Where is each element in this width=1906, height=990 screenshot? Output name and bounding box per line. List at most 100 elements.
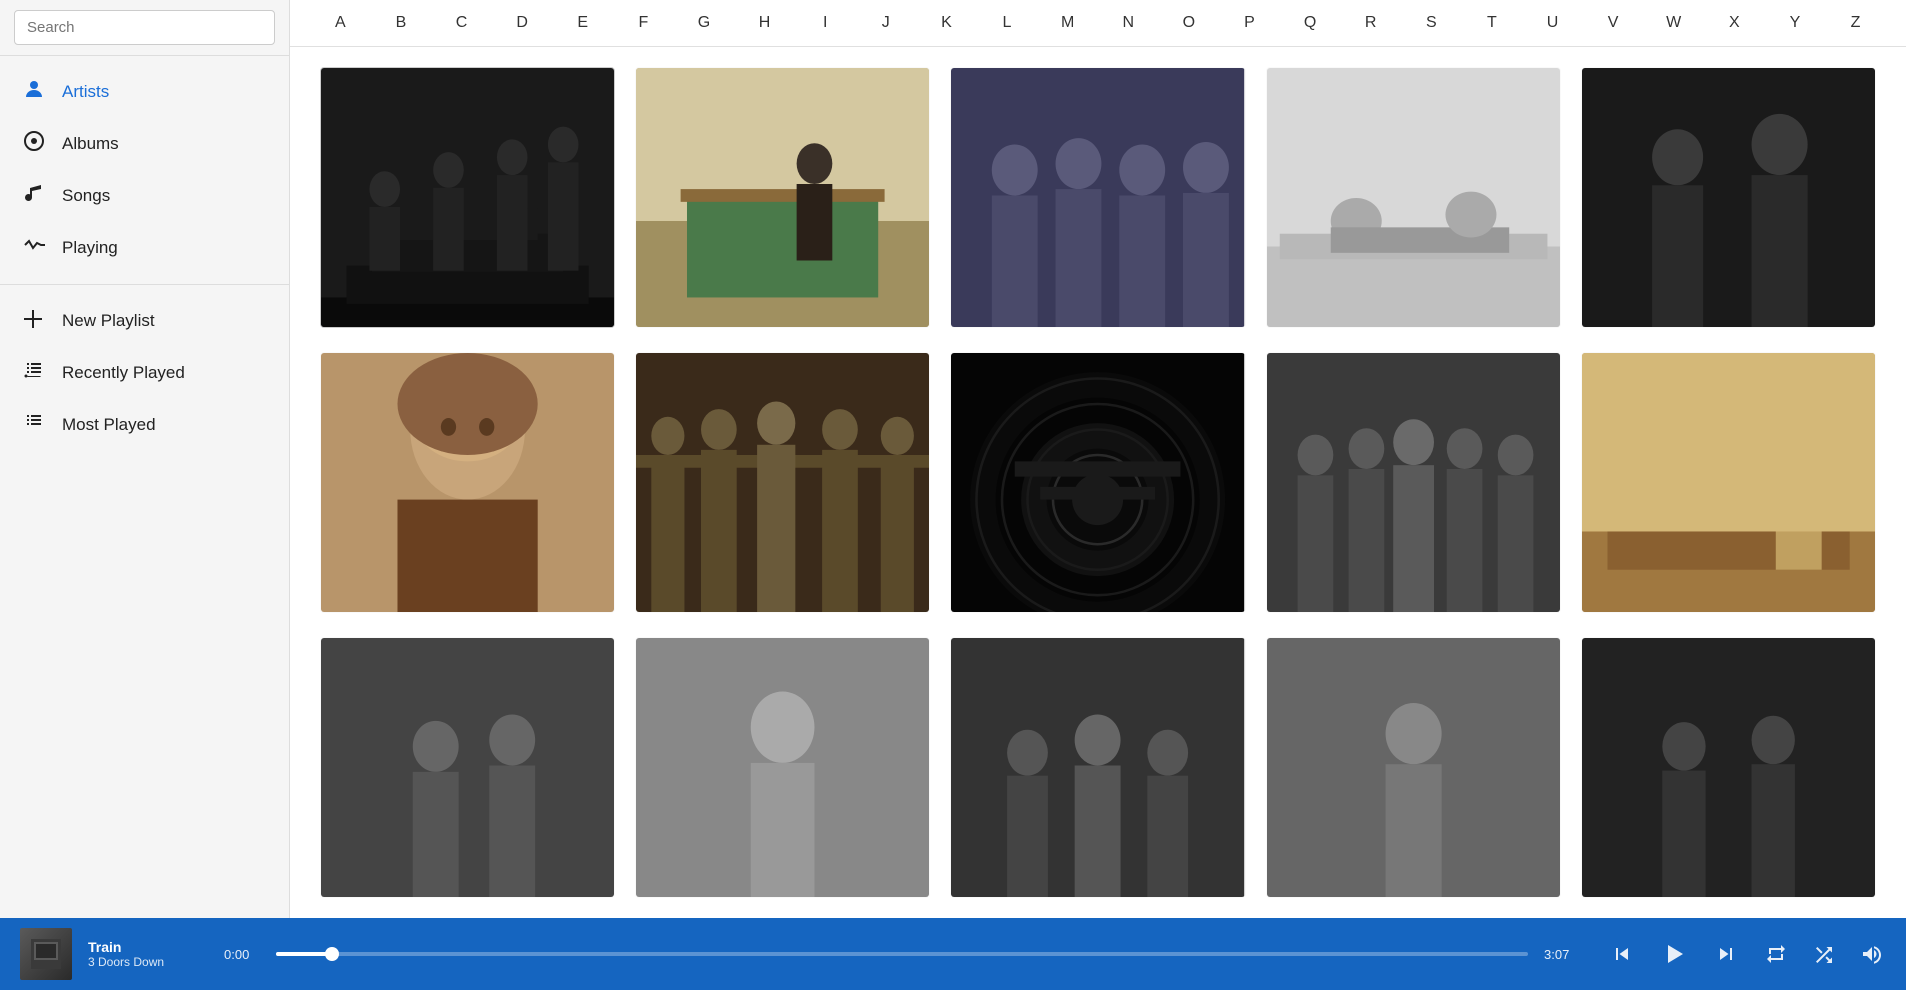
app-body: Artists Albums Songs Playing New Playlis… bbox=[0, 0, 1906, 918]
alpha-letter-G[interactable]: G bbox=[674, 10, 735, 36]
artist-card-aha[interactable]: A-Ha bbox=[1581, 67, 1876, 328]
alpha-letter-L[interactable]: L bbox=[977, 10, 1038, 36]
sidebar-playlist-label: New Playlist bbox=[62, 311, 155, 331]
artist-card-p2[interactable] bbox=[635, 637, 930, 898]
player-bar: Train 3 Doors Down 0:00 3:07 bbox=[0, 918, 1906, 990]
artist-image-arctic bbox=[1582, 353, 1875, 613]
artist-card-3doors[interactable]: 3 Doors Down bbox=[320, 67, 615, 328]
sidebar-item-label: Songs bbox=[62, 186, 110, 206]
alpha-letter-J[interactable]: J bbox=[855, 10, 916, 36]
albums-icon bbox=[20, 130, 48, 158]
artist-image-aha bbox=[1582, 68, 1875, 328]
artists-grid: 3 Doors Down 30 Seconds to Mars 311 3Oh!… bbox=[290, 47, 1906, 918]
player-progress-bar[interactable] bbox=[276, 952, 1528, 956]
artists-icon bbox=[20, 78, 48, 106]
alpha-letter-E[interactable]: E bbox=[552, 10, 613, 36]
artist-card-allman[interactable]: The Allman Brothers Band bbox=[1266, 352, 1561, 613]
alpha-letter-W[interactable]: W bbox=[1643, 10, 1704, 36]
artist-image-p5 bbox=[1582, 638, 1875, 898]
artist-image-30sec bbox=[636, 68, 929, 328]
search-input[interactable] bbox=[14, 10, 275, 45]
alpha-letter-F[interactable]: F bbox=[613, 10, 674, 36]
sidebar-item-artists[interactable]: Artists bbox=[0, 66, 289, 118]
most-played-icon bbox=[20, 411, 48, 439]
artist-card-aerosmith[interactable]: Aerosmith bbox=[635, 352, 930, 613]
alpha-letter-V[interactable]: V bbox=[1583, 10, 1644, 36]
alpha-letter-S[interactable]: S bbox=[1401, 10, 1462, 36]
artist-card-p5[interactable] bbox=[1581, 637, 1876, 898]
skip-back-button[interactable] bbox=[1606, 938, 1638, 970]
sidebar: Artists Albums Songs Playing New Playlis… bbox=[0, 0, 290, 918]
playing-icon bbox=[20, 234, 48, 262]
songs-icon bbox=[20, 182, 48, 210]
artist-card-p3[interactable] bbox=[950, 637, 1245, 898]
artist-image-alicia bbox=[951, 353, 1244, 613]
shuffle-button[interactable] bbox=[1808, 939, 1838, 969]
alpha-letter-O[interactable]: O bbox=[1159, 10, 1220, 36]
artist-image-3doors bbox=[321, 68, 614, 328]
artist-card-30sec[interactable]: 30 Seconds to Mars bbox=[635, 67, 930, 328]
artist-card-p4[interactable] bbox=[1266, 637, 1561, 898]
sidebar-item-most-played[interactable]: Most Played bbox=[0, 399, 289, 451]
sidebar-item-new-playlist[interactable]: New Playlist bbox=[0, 295, 289, 347]
artist-image-3ohi3 bbox=[1267, 68, 1560, 328]
artist-card-alicia[interactable]: Alicia Keys and Jack White bbox=[950, 352, 1245, 613]
alpha-letter-K[interactable]: K bbox=[916, 10, 977, 36]
artist-card-3ohi3[interactable]: 3Oh!3 bbox=[1266, 67, 1561, 328]
sidebar-item-label: Playing bbox=[62, 238, 118, 258]
alpha-letter-T[interactable]: T bbox=[1462, 10, 1523, 36]
alpha-letter-B[interactable]: B bbox=[371, 10, 432, 36]
player-track-name: Train bbox=[88, 939, 208, 955]
alpha-letter-X[interactable]: X bbox=[1704, 10, 1765, 36]
sidebar-item-playing[interactable]: Playing bbox=[0, 222, 289, 274]
artist-image-p3 bbox=[951, 638, 1244, 898]
artist-image-p2 bbox=[636, 638, 929, 898]
sidebar-nav: Artists Albums Songs Playing bbox=[0, 56, 289, 285]
volume-button[interactable] bbox=[1856, 939, 1886, 969]
artist-image-311 bbox=[951, 68, 1244, 328]
artist-card-arctic[interactable]: Arctic Monkeys bbox=[1581, 352, 1876, 613]
alpha-letter-I[interactable]: I bbox=[795, 10, 856, 36]
sidebar-item-recently-played[interactable]: Recently Played bbox=[0, 347, 289, 399]
player-progress-thumb bbox=[325, 947, 339, 961]
artist-image-adele bbox=[321, 353, 614, 613]
artist-image-p1 bbox=[321, 638, 614, 898]
sidebar-playlists: New Playlist Recently Played Most Played bbox=[0, 285, 289, 461]
repeat-button[interactable] bbox=[1760, 939, 1790, 969]
player-artist-name: 3 Doors Down bbox=[88, 955, 208, 969]
alpha-letter-U[interactable]: U bbox=[1522, 10, 1583, 36]
alpha-letter-P[interactable]: P bbox=[1219, 10, 1280, 36]
alpha-letter-Y[interactable]: Y bbox=[1765, 10, 1826, 36]
recently-played-icon bbox=[20, 359, 48, 387]
search-bar[interactable] bbox=[0, 0, 289, 56]
sidebar-item-label: Artists bbox=[62, 82, 109, 102]
skip-forward-button[interactable] bbox=[1710, 938, 1742, 970]
artist-card-311[interactable]: 311 bbox=[950, 67, 1245, 328]
player-controls bbox=[1606, 936, 1886, 972]
alpha-letter-C[interactable]: C bbox=[431, 10, 492, 36]
player-time-total: 3:07 bbox=[1544, 947, 1580, 962]
artist-image-p4 bbox=[1267, 638, 1560, 898]
artist-image-aerosmith bbox=[636, 353, 929, 613]
sidebar-item-songs[interactable]: Songs bbox=[0, 170, 289, 222]
sidebar-item-label: Albums bbox=[62, 134, 119, 154]
alpha-letter-Z[interactable]: Z bbox=[1825, 10, 1886, 36]
alpha-letter-R[interactable]: R bbox=[1340, 10, 1401, 36]
alphabet-bar: ABCDEFGHIJKLMNOPQRSTUVWXYZ bbox=[290, 0, 1906, 47]
alpha-letter-N[interactable]: N bbox=[1098, 10, 1159, 36]
alpha-letter-Q[interactable]: Q bbox=[1280, 10, 1341, 36]
sidebar-playlist-label: Recently Played bbox=[62, 363, 185, 383]
player-thumbnail bbox=[20, 928, 72, 980]
player-track-info: Train 3 Doors Down bbox=[88, 939, 208, 969]
artist-card-adele[interactable]: Adele bbox=[320, 352, 615, 613]
sidebar-playlist-label: Most Played bbox=[62, 415, 156, 435]
player-progress-fill bbox=[276, 952, 332, 956]
new-playlist-icon bbox=[20, 307, 48, 335]
alpha-letter-H[interactable]: H bbox=[734, 10, 795, 36]
sidebar-item-albums[interactable]: Albums bbox=[0, 118, 289, 170]
play-button[interactable] bbox=[1656, 936, 1692, 972]
artist-card-p1[interactable] bbox=[320, 637, 615, 898]
alpha-letter-A[interactable]: A bbox=[310, 10, 371, 36]
alpha-letter-D[interactable]: D bbox=[492, 10, 553, 36]
alpha-letter-M[interactable]: M bbox=[1037, 10, 1098, 36]
